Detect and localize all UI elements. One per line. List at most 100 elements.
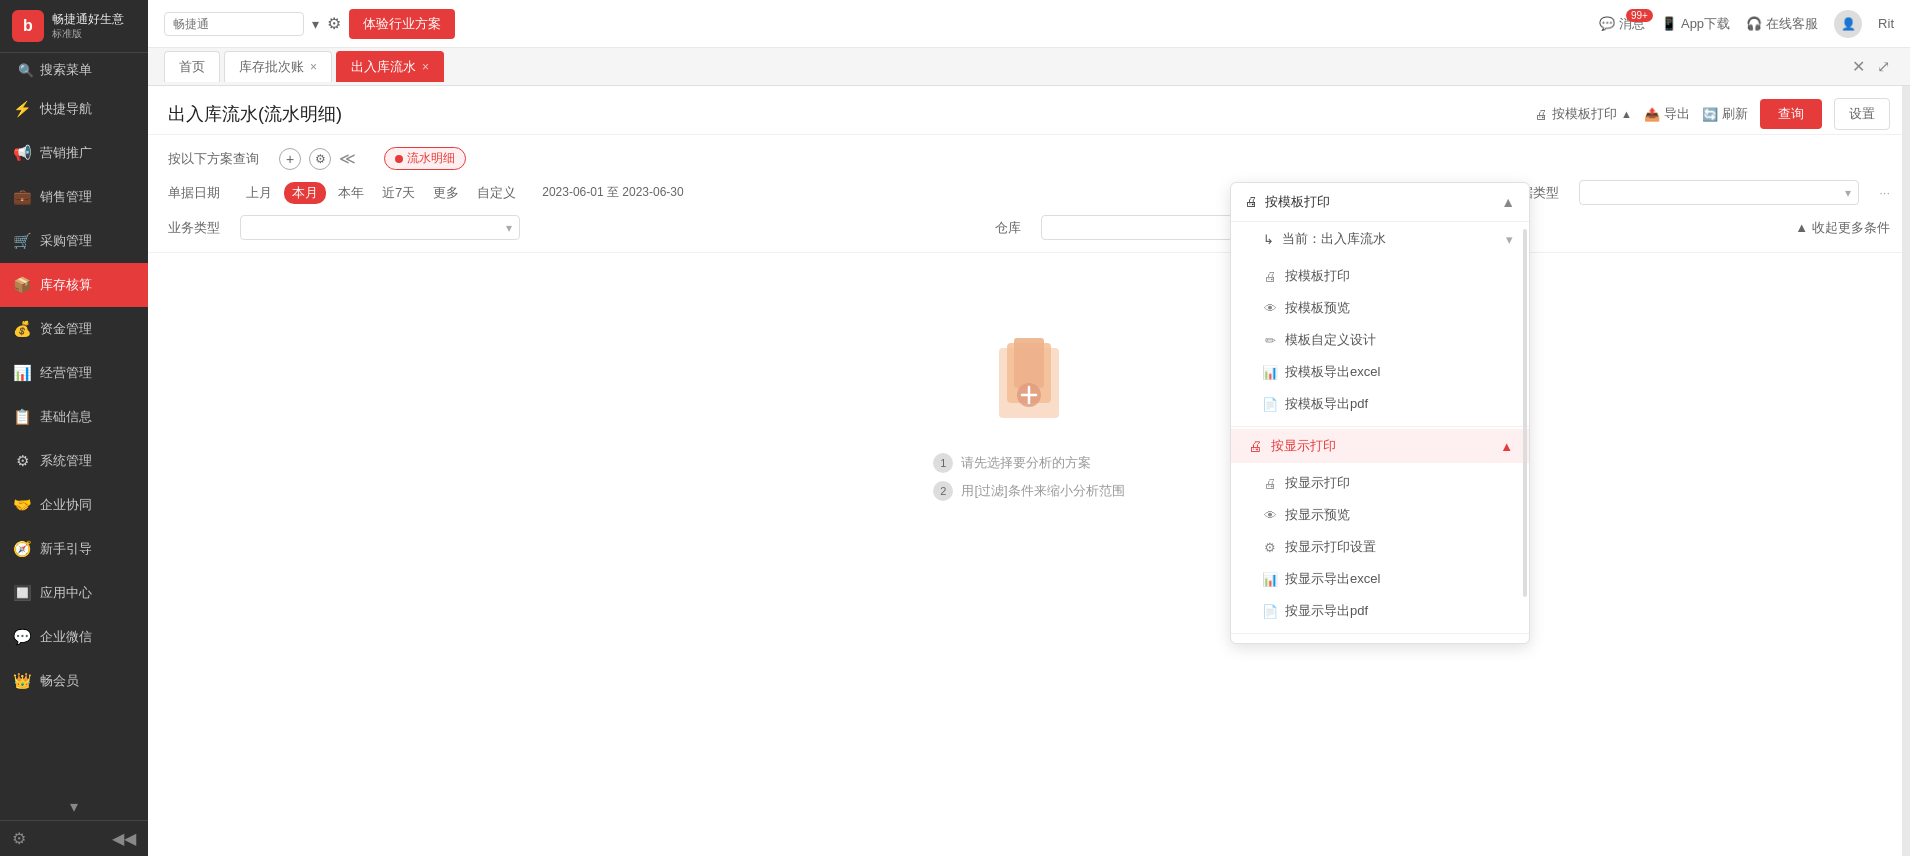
sidebar-collapse-btn[interactable]: ◀◀ bbox=[112, 829, 136, 848]
export-label: 导出 bbox=[1664, 105, 1690, 123]
dropdown-default-func[interactable]: ⚙ 设置默认功能 ▾ bbox=[1231, 636, 1529, 643]
app-logo-icon: b bbox=[12, 10, 44, 42]
top-search-input[interactable] bbox=[164, 12, 304, 36]
print-icon: 🖨 bbox=[1535, 107, 1548, 122]
export-btn[interactable]: 📤 导出 bbox=[1644, 105, 1690, 123]
empty-step-1: 1 请先选择要分析的方案 bbox=[933, 453, 1124, 473]
service-btn[interactable]: 🎧 在线客服 bbox=[1746, 15, 1818, 33]
tab-flow[interactable]: 出入库流水 × bbox=[336, 51, 444, 82]
doc-type-wrapper[interactable] bbox=[1579, 180, 1859, 205]
biz-type-wrapper[interactable] bbox=[240, 215, 520, 240]
tab-flow-close[interactable]: × bbox=[422, 60, 429, 74]
sidebar-settings-btn[interactable]: ⚙ bbox=[12, 829, 26, 848]
template-print-item[interactable]: 🖨 按模板打印 bbox=[1231, 260, 1529, 292]
date-opt-last-month[interactable]: 上月 bbox=[240, 182, 278, 204]
refresh-btn[interactable]: 🔄 刷新 bbox=[1702, 105, 1748, 123]
setting-btn[interactable]: 设置 bbox=[1834, 98, 1890, 130]
sidebar-item-sales[interactable]: 💼 销售管理 bbox=[0, 175, 148, 219]
page-scrollbar[interactable] bbox=[1902, 86, 1910, 856]
sidebar-item-collab[interactable]: 🤝 企业协同 bbox=[0, 483, 148, 527]
app-download-btn[interactable]: 📱 App下载 bbox=[1661, 15, 1730, 33]
display-pdf-item[interactable]: 📄 按显示导出pdf bbox=[1231, 595, 1529, 627]
app-subtitle: 标准版 bbox=[52, 27, 124, 41]
template-excel-item[interactable]: 📊 按模板导出excel bbox=[1231, 356, 1529, 388]
template-pdf-item[interactable]: 📄 按模板导出pdf bbox=[1231, 388, 1529, 420]
design-icon: ✏ bbox=[1263, 333, 1277, 347]
message-badge: 99+ bbox=[1626, 9, 1653, 22]
sidebar-scroll-down[interactable]: ▾ bbox=[0, 793, 148, 820]
biz-type-select[interactable] bbox=[240, 215, 520, 240]
content-wrapper: 出入库流水(流水明细) 按以下方案查询 + ⚙ ≪ bbox=[148, 86, 1910, 856]
query-btn[interactable]: 查询 bbox=[1760, 99, 1822, 129]
sidebar-item-label: 销售管理 bbox=[40, 188, 92, 206]
collapse-btn[interactable]: ▲ 收起更多条件 bbox=[1795, 219, 1890, 237]
dropdown-collapse-btn[interactable]: ▲ bbox=[1501, 194, 1515, 210]
date-opt-more[interactable]: 更多 bbox=[427, 182, 465, 204]
display-print-items: 🖨 按显示打印 👁 按显示预览 ⚙ 按显示打印设置 📊 bbox=[1231, 463, 1529, 631]
template-preview-item[interactable]: 👁 按模板预览 bbox=[1231, 292, 1529, 324]
user-avatar[interactable]: 👤 bbox=[1834, 10, 1862, 38]
guide-icon: 🧭 bbox=[12, 539, 32, 559]
sidebar-item-apps[interactable]: 🔲 应用中心 bbox=[0, 571, 148, 615]
print-btn[interactable]: 🖨 按模板打印 ▲ bbox=[1535, 105, 1632, 123]
app-download-label: App下载 bbox=[1681, 15, 1730, 33]
scroll-down-btn[interactable]: ▾ bbox=[70, 797, 78, 816]
filter-collapse-left-btn[interactable]: ≪ bbox=[339, 149, 356, 168]
vip-icon: 👑 bbox=[12, 671, 32, 691]
display-excel-item[interactable]: 📊 按显示导出excel bbox=[1231, 563, 1529, 595]
sidebar-search[interactable]: 🔍 搜索菜单 bbox=[0, 53, 148, 87]
basic-icon: 📋 bbox=[12, 407, 32, 427]
template-custom-item[interactable]: ✏ 模板自定义设计 bbox=[1231, 324, 1529, 356]
date-opt-this-month[interactable]: 本月 bbox=[284, 182, 326, 204]
dropdown-current-label: 当前：出入库流水 bbox=[1282, 230, 1386, 248]
search-dropdown-btn[interactable]: ▾ bbox=[312, 16, 319, 32]
doc-type-more-btn[interactable]: ··· bbox=[1879, 185, 1890, 200]
page-content: 出入库流水(流水明细) 按以下方案查询 + ⚙ ≪ bbox=[148, 86, 1910, 856]
display-preview-item[interactable]: 👁 按显示预览 bbox=[1231, 499, 1529, 531]
dropdown-current-item[interactable]: ↳ 当前：出入库流水 ▾ bbox=[1231, 222, 1529, 256]
svg-rect-2 bbox=[1014, 338, 1044, 388]
search-icon: 🔍 bbox=[18, 63, 34, 78]
sidebar-item-guide[interactable]: 🧭 新手引导 bbox=[0, 527, 148, 571]
filter-settings-btn[interactable]: ⚙ bbox=[309, 148, 331, 170]
sidebar-item-label: 系统管理 bbox=[40, 452, 92, 470]
sidebar-item-operation[interactable]: 📊 经营管理 bbox=[0, 351, 148, 395]
collapse-label: 收起更多条件 bbox=[1812, 219, 1890, 237]
sidebar-item-basic[interactable]: 📋 基础信息 bbox=[0, 395, 148, 439]
tab-home[interactable]: 首页 bbox=[164, 51, 220, 82]
tag-label: 流水明细 bbox=[407, 150, 455, 167]
date-opt-7days[interactable]: 近7天 bbox=[376, 182, 421, 204]
sidebar-item-marketing[interactable]: 📢 营销推广 bbox=[0, 131, 148, 175]
filter-add-btn[interactable]: + bbox=[279, 148, 301, 170]
doc-type-select[interactable] bbox=[1579, 180, 1859, 205]
sidebar-item-system[interactable]: ⚙ 系统管理 bbox=[0, 439, 148, 483]
sidebar-item-inventory[interactable]: 📦 库存核算 bbox=[0, 263, 148, 307]
tab-batch-close[interactable]: × bbox=[310, 60, 317, 74]
display-print-section-header[interactable]: 🖨 按显示打印 ▲ bbox=[1231, 429, 1529, 463]
sidebar-item-label: 畅会员 bbox=[40, 672, 79, 690]
display-print-item[interactable]: 🖨 按显示打印 bbox=[1231, 467, 1529, 499]
trial-btn[interactable]: 体验行业方案 bbox=[349, 9, 455, 39]
template-pdf-label: 按模板导出pdf bbox=[1285, 395, 1368, 413]
filter-row-date: 单据日期 上月 本月 本年 近7天 更多 自定义 2023-06-01 至 20… bbox=[168, 180, 1890, 205]
tab-batch[interactable]: 库存批次账 × bbox=[224, 51, 332, 82]
sidebar-item-vip[interactable]: 👑 畅会员 bbox=[0, 659, 148, 703]
date-opt-custom[interactable]: 自定义 bbox=[471, 182, 522, 204]
tab-close-all-btn[interactable]: ✕ bbox=[1848, 57, 1869, 76]
avatar-icon: 👤 bbox=[1841, 17, 1856, 31]
tab-expand-btn[interactable]: ⤢ bbox=[1873, 57, 1894, 76]
template-print-label: 按模板打印 bbox=[1285, 267, 1350, 285]
display-preview-icon: 👁 bbox=[1263, 508, 1277, 522]
settings-gear-btn[interactable]: ⚙ bbox=[327, 14, 341, 33]
sidebar-item-quick-nav[interactable]: ⚡ 快捷导航 bbox=[0, 87, 148, 131]
sidebar-item-purchase[interactable]: 🛒 采购管理 bbox=[0, 219, 148, 263]
sidebar-item-finance[interactable]: 💰 资金管理 bbox=[0, 307, 148, 351]
display-settings-item[interactable]: ⚙ 按显示打印设置 bbox=[1231, 531, 1529, 563]
top-bar: ▾ ⚙ 体验行业方案 💬 消息 99+ 📱 App下载 🎧 在线客服 bbox=[148, 0, 1910, 48]
step-1-text: 请先选择要分析的方案 bbox=[961, 454, 1091, 472]
date-opt-this-year[interactable]: 本年 bbox=[332, 182, 370, 204]
message-btn[interactable]: 💬 消息 99+ bbox=[1599, 15, 1645, 33]
template-custom-label: 模板自定义设计 bbox=[1285, 331, 1376, 349]
username[interactable]: Rit bbox=[1878, 16, 1894, 31]
sidebar-item-wechat[interactable]: 💬 企业微信 bbox=[0, 615, 148, 659]
